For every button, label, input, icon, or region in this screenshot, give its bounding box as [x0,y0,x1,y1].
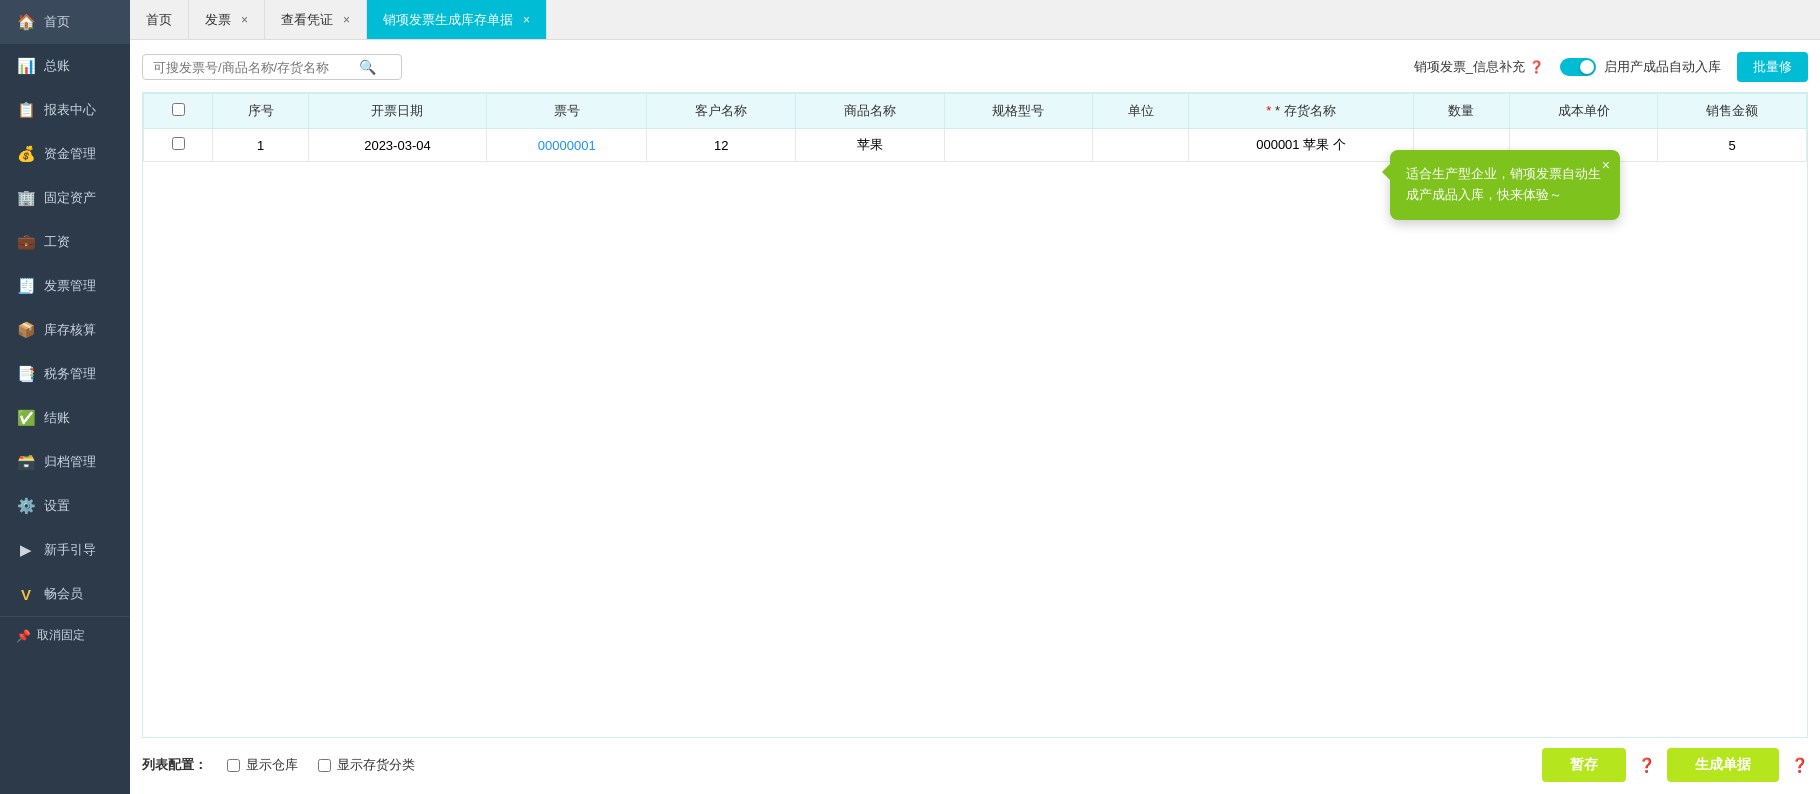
vip-icon: V [16,586,36,603]
row-stock: 000001 苹果 个 [1188,129,1413,162]
row-product: 苹果 [796,129,945,162]
col-model: 规格型号 [944,94,1093,129]
row-model [944,129,1093,162]
invoice-icon: 🧾 [16,277,36,295]
col-date: 开票日期 [308,94,486,129]
tab-main[interactable]: 销项发票生成库存单据 × [367,0,547,39]
sidebar-item-ledger[interactable]: 📊 总账 [0,44,130,88]
show-warehouse-label: 显示仓库 [246,756,298,774]
search-input[interactable] [153,60,353,75]
funds-icon: 💰 [16,145,36,163]
col-checkbox [144,94,213,129]
sidebar-item-settings[interactable]: ⚙️ 设置 [0,484,130,528]
page-content: 🔍 销项发票_信息补充 ❓ 启用产成品自动入库 批量修 [130,40,1820,794]
col-customer: 客户名称 [647,94,796,129]
info-label: 销项发票_信息补充 ❓ [1414,58,1544,76]
row-customer: 12 [647,129,796,162]
row-checkbox-cell [144,129,213,162]
col-stock: * * 存货名称 [1188,94,1413,129]
row-number: 00000001 [486,129,646,162]
reports-icon: 📋 [16,101,36,119]
pin-icon: 📌 [16,629,31,643]
close-account-icon: ✅ [16,409,36,427]
guide-icon: ▶ [16,541,36,559]
ledger-icon: 📊 [16,57,36,75]
sidebar-item-reports[interactable]: 📋 报表中心 [0,88,130,132]
toggle-thumb [1580,60,1594,74]
col-seq: 序号 [213,94,309,129]
tax-icon: 📑 [16,365,36,383]
list-config-label: 列表配置： [142,756,207,774]
toggle-group: 启用产成品自动入库 [1560,58,1721,76]
invoice-number-link[interactable]: 00000001 [538,138,596,153]
salary-icon: 💼 [16,233,36,251]
tab-bar: 首页 发票 × 查看凭证 × 销项发票生成库存单据 × [130,0,1820,40]
sidebar-item-funds[interactable]: 💰 资金管理 [0,132,130,176]
sidebar-item-archive[interactable]: 🗃️ 归档管理 [0,440,130,484]
footer-bar: 列表配置： 显示仓库 显示存货分类 暂存 ❓ 生成单据 ❓ [142,738,1808,782]
tooltip-text: 适合生产型企业，销项发票自动生成产成品入库，快来体验～ [1406,166,1601,202]
sidebar-item-close[interactable]: ✅ 结账 [0,396,130,440]
col-sales: 销售金额 [1658,94,1807,129]
settings-icon: ⚙️ [16,497,36,515]
show-warehouse-checkbox[interactable] [227,759,240,772]
sidebar-item-invoice[interactable]: 🧾 发票管理 [0,264,130,308]
assets-icon: 🏢 [16,189,36,207]
sidebar-unpin-button[interactable]: 📌 取消固定 [0,616,130,654]
tab-main-close[interactable]: × [523,13,530,27]
generate-help-icon[interactable]: ❓ [1791,757,1808,773]
row-seq: 1 [213,129,309,162]
footer-actions: 暂存 ❓ 生成单据 ❓ [1542,748,1808,782]
inventory-icon: 📦 [16,321,36,339]
col-number: 票号 [486,94,646,129]
batch-edit-button[interactable]: 批量修 [1737,52,1808,82]
sidebar-item-home[interactable]: 🏠 首页 [0,0,130,44]
archive-icon: 🗃️ [16,453,36,471]
show-category-checkbox[interactable] [318,759,331,772]
generate-button[interactable]: 生成单据 [1667,748,1779,782]
sidebar-item-guide[interactable]: ▶ 新手引导 [0,528,130,572]
sidebar-item-salary[interactable]: 💼 工资 [0,220,130,264]
save-button[interactable]: 暂存 [1542,748,1626,782]
row-date: 2023-03-04 [308,129,486,162]
col-qty: 数量 [1414,94,1510,129]
col-product: 商品名称 [796,94,945,129]
show-warehouse-group: 显示仓库 [227,756,298,774]
search-box[interactable]: 🔍 [142,54,402,80]
tooltip-close-button[interactable]: × [1602,158,1610,172]
tab-invoice[interactable]: 发票 × [189,0,265,39]
sidebar-item-assets[interactable]: 🏢 固定资产 [0,176,130,220]
sidebar-item-vip[interactable]: V 畅会员 [0,572,130,616]
show-category-label: 显示存货分类 [337,756,415,774]
row-sales: 5 [1658,129,1807,162]
tooltip-popup: × 适合生产型企业，销项发票自动生成产成品入库，快来体验～ [1390,150,1620,220]
sidebar-item-tax[interactable]: 📑 税务管理 [0,352,130,396]
sidebar-item-inventory[interactable]: 📦 库存核算 [0,308,130,352]
search-icon: 🔍 [359,59,376,75]
auto-warehouse-toggle[interactable] [1560,58,1596,76]
home-icon: 🏠 [16,13,36,31]
toolbar-right: 销项发票_信息补充 ❓ 启用产成品自动入库 批量修 [1414,52,1808,82]
main-area: 首页 发票 × 查看凭证 × 销项发票生成库存单据 × 🔍 销项发票_信息补充 … [130,0,1820,794]
col-unit: 单位 [1093,94,1189,129]
tab-home[interactable]: 首页 [130,0,189,39]
tab-voucher[interactable]: 查看凭证 × [265,0,367,39]
show-category-group: 显示存货分类 [318,756,415,774]
table-header-row: 序号 开票日期 票号 客户名称 商品名称 规格型号 单位 * * 存货名称 数量… [144,94,1807,129]
save-help-icon[interactable]: ❓ [1638,757,1655,773]
tab-invoice-close[interactable]: × [241,13,248,27]
col-cost: 成本单价 [1509,94,1658,129]
row-checkbox[interactable] [172,137,185,150]
row-unit [1093,129,1189,162]
sidebar: 🏠 首页 📊 总账 📋 报表中心 💰 资金管理 🏢 固定资产 💼 工资 🧾 发票… [0,0,130,794]
toolbar-row: 🔍 销项发票_信息补充 ❓ 启用产成品自动入库 批量修 [142,52,1808,82]
tab-voucher-close[interactable]: × [343,13,350,27]
select-all-checkbox[interactable] [172,103,185,116]
info-help-icon[interactable]: ❓ [1529,60,1544,74]
